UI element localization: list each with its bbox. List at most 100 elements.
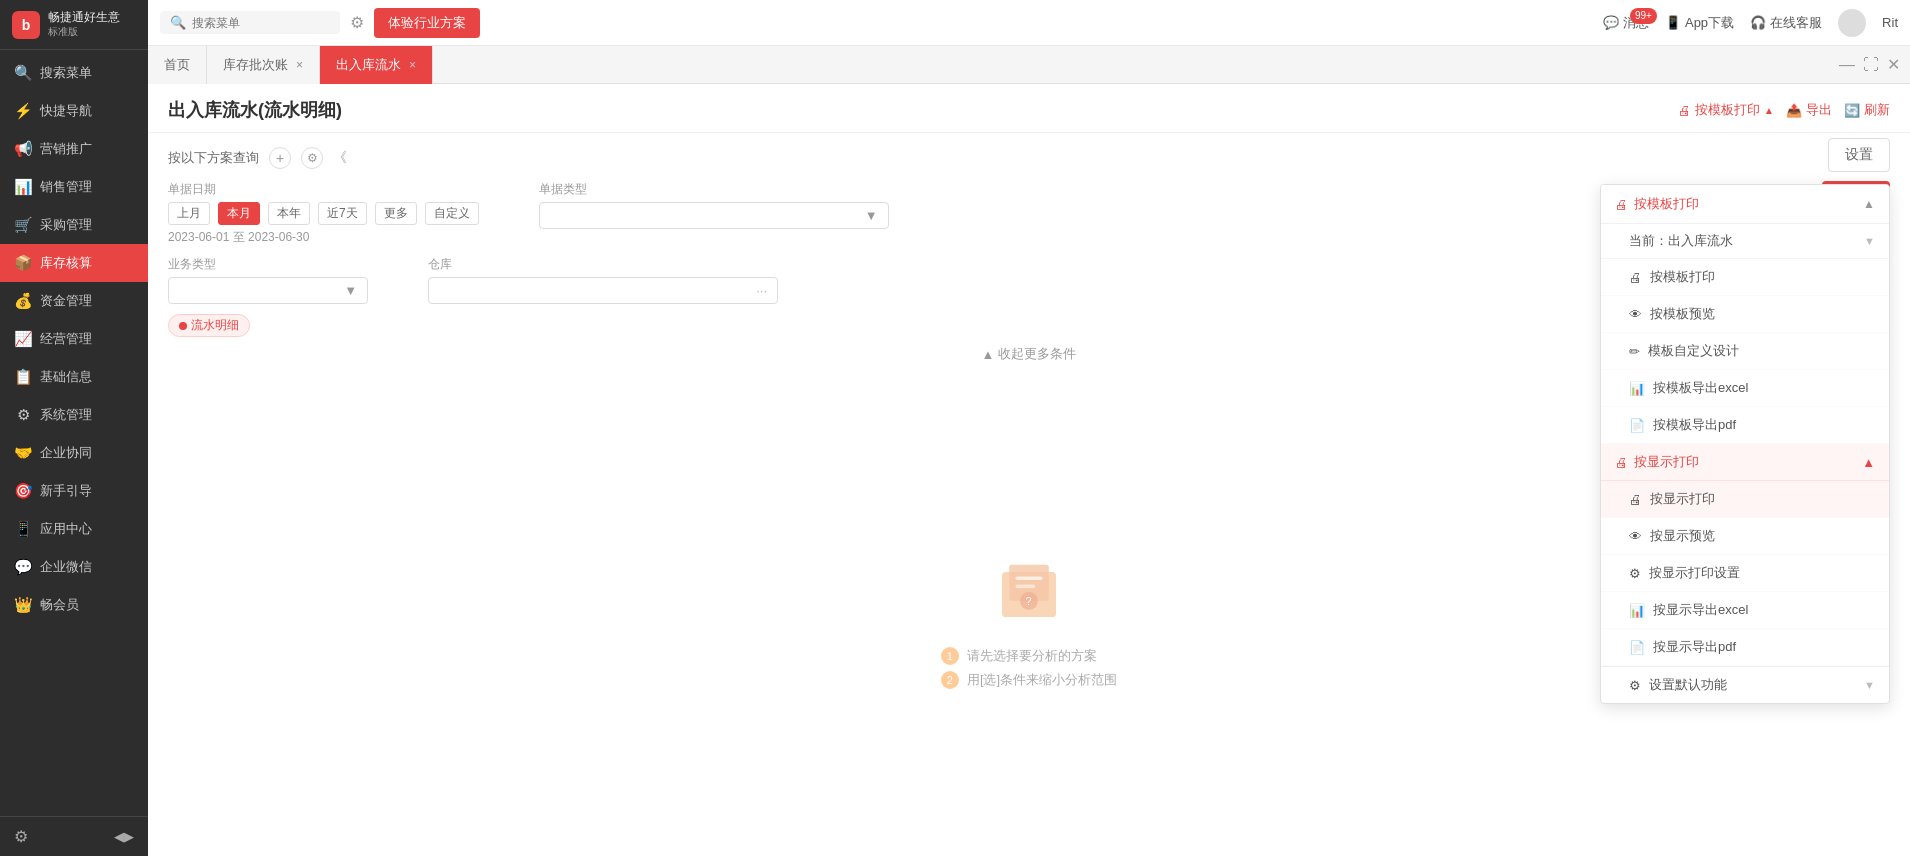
- sidebar-item-marketing[interactable]: 📢营销推广: [0, 130, 148, 168]
- dropdown-item-display_setting[interactable]: ⚙按显示打印设置: [1601, 555, 1889, 592]
- dropdown-item-display_preview[interactable]: 👁按显示预览: [1601, 518, 1889, 555]
- dropdown-footer[interactable]: ⚙ 设置默认功能 ▼: [1601, 666, 1889, 703]
- dropdown-items: 🖨按模板打印👁按模板预览✏模板自定义设计📊按模板导出excel📄按模板导出pdf: [1601, 259, 1889, 444]
- collapse-label: 收起更多条件: [998, 345, 1076, 363]
- sidebar-logo: b 畅捷通好生意 标准版: [0, 0, 148, 50]
- dropdown-section-header[interactable]: 🖨 按显示打印 ▲: [1601, 444, 1889, 481]
- warehouse-select[interactable]: ···: [428, 277, 778, 304]
- tab-home[interactable]: 首页: [148, 46, 207, 84]
- dropdown-title-text: 按模板打印: [1634, 195, 1699, 213]
- warehouse-label: 仓库: [428, 256, 778, 273]
- business-type-select[interactable]: ▼: [168, 277, 368, 304]
- guide-icon: 🎯: [14, 482, 32, 500]
- apps-icon: 📱: [14, 520, 32, 538]
- trial-btn[interactable]: 体验行业方案: [374, 8, 480, 38]
- system-icon: ⚙: [14, 406, 32, 424]
- tab-minimize-btn[interactable]: —: [1839, 56, 1855, 74]
- search-input[interactable]: [192, 16, 330, 30]
- flow-detail-tag[interactable]: 流水明细: [168, 314, 250, 337]
- empty-steps: 1 请先选择要分析的方案 2 用[选]条件来缩小分析范围: [941, 647, 1117, 689]
- tab-flow-close[interactable]: ×: [409, 58, 416, 72]
- date-range-text: 2023-06-01 至 2023-06-30: [168, 229, 479, 246]
- page-header: 出入库流水(流水明细) 🖨 按模板打印 ▲ 📤 导出 🔄 刷新: [148, 84, 1910, 133]
- refresh-btn[interactable]: 🔄 刷新: [1844, 101, 1890, 119]
- logo-icon: b: [12, 11, 40, 39]
- empty-step-1: 1 请先选择要分析的方案: [941, 647, 1117, 665]
- collapse-sidebar-icon[interactable]: ◀▶: [114, 829, 134, 844]
- dropdown-item-template_custom[interactable]: ✏模板自定义设计: [1601, 333, 1889, 370]
- dropdown-item-display_excel[interactable]: 📊按显示导出excel: [1601, 592, 1889, 629]
- service-icon: 🎧: [1750, 15, 1766, 30]
- sidebar-item-label: 销售管理: [40, 178, 92, 196]
- warehouse-filter: 仓库 ···: [428, 256, 778, 304]
- dropdown-item-template_preview[interactable]: 👁按模板预览: [1601, 296, 1889, 333]
- business-select-arrow: ▼: [344, 283, 357, 298]
- date-btn-近7天[interactable]: 近7天: [318, 202, 367, 225]
- funds-icon: 💰: [14, 292, 32, 310]
- app-download-btn[interactable]: 📱 App下载: [1665, 14, 1734, 32]
- message-btn[interactable]: 💬 消息 99+: [1603, 14, 1649, 32]
- date-btn-上月[interactable]: 上月: [168, 202, 210, 225]
- dropdown-item-template_excel[interactable]: 📊按模板导出excel: [1601, 370, 1889, 407]
- dropdown-item-template_print[interactable]: 🖨按模板打印: [1601, 259, 1889, 296]
- sidebar-item-purchase[interactable]: 🛒采购管理: [0, 206, 148, 244]
- sidebar-item-member[interactable]: 👑畅会员: [0, 586, 148, 624]
- settings-icon[interactable]: ⚙: [14, 827, 28, 846]
- shortcut-icon: ⚡: [14, 102, 32, 120]
- tab-batch-label: 库存批次账: [223, 56, 288, 74]
- print-btn[interactable]: 🖨 按模板打印 ▲: [1678, 101, 1774, 119]
- empty-step-2: 2 用[选]条件来缩小分析范围: [941, 671, 1117, 689]
- sidebar-item-inventory[interactable]: 📦库存核算: [0, 244, 148, 282]
- topbar-search-box[interactable]: 🔍: [160, 11, 340, 34]
- type-select[interactable]: ▼: [539, 202, 889, 229]
- date-btn-自定义[interactable]: 自定义: [425, 202, 479, 225]
- filter-gear-btn[interactable]: ⚙: [301, 147, 323, 169]
- gear-icon[interactable]: ⚙: [350, 13, 364, 32]
- warehouse-more-icon: ···: [756, 283, 767, 298]
- dropdown-toggle-btn[interactable]: ▲: [1863, 197, 1875, 211]
- sidebar-item-label: 资金管理: [40, 292, 92, 310]
- username: Rit: [1882, 15, 1898, 30]
- page-actions: 🖨 按模板打印 ▲ 📤 导出 🔄 刷新: [1678, 101, 1890, 119]
- filter-add-btn[interactable]: +: [269, 147, 291, 169]
- search-icon: 🔍: [14, 64, 32, 82]
- app-label: App下载: [1685, 14, 1734, 32]
- sidebar-item-wechat[interactable]: 💬企业微信: [0, 548, 148, 586]
- tab-batch-close[interactable]: ×: [296, 58, 303, 72]
- section-arrow: ▲: [1862, 455, 1875, 470]
- date-btn-更多[interactable]: 更多: [375, 202, 417, 225]
- sidebar-item-search[interactable]: 🔍搜索菜单: [0, 54, 148, 92]
- inventory-icon: 📦: [14, 254, 32, 272]
- sidebar-item-guide[interactable]: 🎯新手引导: [0, 472, 148, 510]
- display_preview-label: 按显示预览: [1650, 527, 1715, 545]
- sidebar-item-operations[interactable]: 📈经营管理: [0, 320, 148, 358]
- sidebar-item-sales[interactable]: 📊销售管理: [0, 168, 148, 206]
- dropdown-item-display_pdf[interactable]: 📄按显示导出pdf: [1601, 629, 1889, 666]
- filter-collapse-btn[interactable]: 《: [333, 149, 347, 167]
- online-service-btn[interactable]: 🎧 在线客服: [1750, 14, 1822, 32]
- template_pdf-icon: 📄: [1629, 418, 1645, 433]
- sidebar-nav: 🔍搜索菜单⚡快捷导航📢营销推广📊销售管理🛒采购管理📦库存核算 💰 资金管理 📈经营管理…: [0, 50, 148, 816]
- dropdown-item-template_pdf[interactable]: 📄按模板导出pdf: [1601, 407, 1889, 444]
- avatar[interactable]: [1838, 9, 1866, 37]
- tab-close-all-btn[interactable]: ✕: [1887, 55, 1900, 74]
- date-btn-本年[interactable]: 本年: [268, 202, 310, 225]
- tab-expand-btn[interactable]: ⛶: [1863, 56, 1879, 74]
- sidebar-item-funds[interactable]: 💰 资金管理: [0, 282, 148, 320]
- dropdown-item-display_print[interactable]: 🖨按显示打印: [1601, 481, 1889, 518]
- sidebar-item-enterprise[interactable]: 🤝企业协同: [0, 434, 148, 472]
- setting-btn[interactable]: 设置: [1828, 138, 1890, 172]
- date-btn-本月[interactable]: 本月: [218, 202, 260, 225]
- page-title: 出入库流水(流水明细): [168, 98, 342, 122]
- sidebar-item-shortcut[interactable]: ⚡快捷导航: [0, 92, 148, 130]
- export-btn[interactable]: 📤 导出: [1786, 101, 1832, 119]
- tab-batch[interactable]: 库存批次账 ×: [207, 46, 320, 84]
- type-select-arrow: ▼: [865, 208, 878, 223]
- sidebar-item-system[interactable]: ⚙系统管理: [0, 396, 148, 434]
- company-name: 畅捷通好生意: [48, 10, 120, 26]
- display_setting-icon: ⚙: [1629, 566, 1641, 581]
- sidebar-item-apps[interactable]: 📱应用中心: [0, 510, 148, 548]
- tab-flow[interactable]: 出入库流水 ×: [320, 46, 433, 84]
- sidebar-item-basic[interactable]: 📋基础信息: [0, 358, 148, 396]
- display_pdf-label: 按显示导出pdf: [1653, 638, 1736, 656]
